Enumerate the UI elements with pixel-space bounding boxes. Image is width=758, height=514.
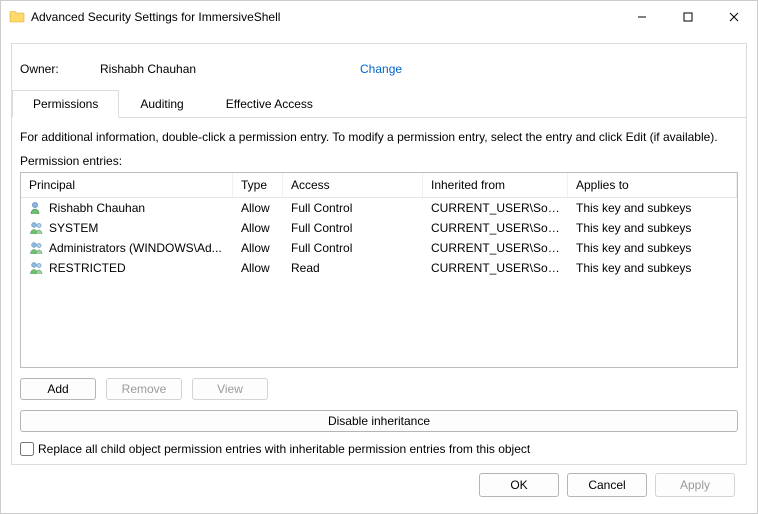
access-text: Full Control [283,199,423,217]
replace-child-row[interactable]: Replace all child object permission entr… [20,442,738,456]
type-text: Allow [233,199,283,217]
type-text: Allow [233,259,283,277]
content: Owner: Rishabh Chauhan Change Permission… [1,33,757,513]
table-row[interactable]: SYSTEM AllowFull ControlCURRENT_USER\Soft… [21,218,737,238]
applies-text: This key and subkeys [568,219,737,237]
panel: Owner: Rishabh Chauhan Change Permission… [11,43,747,465]
grid-rows: Rishabh ChauhanAllowFull ControlCURRENT_… [21,198,737,278]
col-principal[interactable]: Principal [21,173,233,197]
inherited-text: CURRENT_USER\Softw... [423,199,568,217]
inherited-text: CURRENT_USER\Softw... [423,259,568,277]
col-access[interactable]: Access [283,173,423,197]
owner-row: Owner: Rishabh Chauhan Change [12,44,746,90]
col-type[interactable]: Type [233,173,283,197]
ok-button[interactable]: OK [479,473,559,497]
entry-buttons: Add Remove View [20,368,738,406]
close-button[interactable] [711,1,757,33]
inherited-text: CURRENT_USER\Softw... [423,219,568,237]
access-text: Full Control [283,219,423,237]
applies-text: This key and subkeys [568,239,737,257]
permission-grid: Principal Type Access Inherited from App… [20,172,738,368]
window: Advanced Security Settings for Immersive… [0,0,758,514]
tab-auditing[interactable]: Auditing [119,90,204,118]
owner-value: Rishabh Chauhan [100,62,360,76]
table-row[interactable]: RESTRICTED AllowReadCURRENT_USER\Softw...… [21,258,737,278]
principal-text: RESTRICTED [49,261,126,275]
principal-text: Administrators (WINDOWS\Ad... [49,241,222,255]
replace-child-label: Replace all child object permission entr… [38,442,530,456]
cancel-button[interactable]: Cancel [567,473,647,497]
instruction-text: For additional information, double-click… [20,130,738,144]
dialog-buttons: OK Cancel Apply [11,465,747,505]
applies-text: This key and subkeys [568,199,737,217]
col-applies[interactable]: Applies to [568,173,737,197]
principal-text: Rishabh Chauhan [49,201,145,215]
view-button[interactable]: View [192,378,268,400]
tab-permissions[interactable]: Permissions [12,90,119,118]
disable-inheritance-row: Disable inheritance [20,406,738,442]
apply-button[interactable]: Apply [655,473,735,497]
access-text: Full Control [283,239,423,257]
add-button[interactable]: Add [20,378,96,400]
remove-button[interactable]: Remove [106,378,182,400]
principal-text: SYSTEM [49,221,98,235]
change-owner-link[interactable]: Change [360,62,402,76]
table-row[interactable]: Rishabh Chauhan AllowFull ControlCURRENT_… [21,198,737,218]
owner-label: Owner: [20,62,100,76]
window-title: Advanced Security Settings for Immersive… [31,10,280,24]
folder-icon [9,9,25,25]
group-icon [29,241,45,255]
replace-child-checkbox[interactable] [20,442,34,456]
inherited-text: CURRENT_USER\Softw... [423,239,568,257]
titlebar: Advanced Security Settings for Immersive… [1,1,757,33]
user-icon [29,201,45,215]
tab-body: For additional information, double-click… [12,118,746,464]
minimize-button[interactable] [619,1,665,33]
disable-inheritance-button[interactable]: Disable inheritance [20,410,738,432]
tabs: Permissions Auditing Effective Access [12,90,746,118]
maximize-button[interactable] [665,1,711,33]
type-text: Allow [233,239,283,257]
col-inherited[interactable]: Inherited from [423,173,568,197]
applies-text: This key and subkeys [568,259,737,277]
group-icon [29,261,45,275]
grid-header: Principal Type Access Inherited from App… [21,173,737,198]
access-text: Read [283,259,423,277]
tab-effective-access[interactable]: Effective Access [205,90,334,118]
permission-entries-label: Permission entries: [20,154,738,168]
type-text: Allow [233,219,283,237]
table-row[interactable]: Administrators (WINDOWS\Ad... AllowFull C… [21,238,737,258]
group-icon [29,221,45,235]
